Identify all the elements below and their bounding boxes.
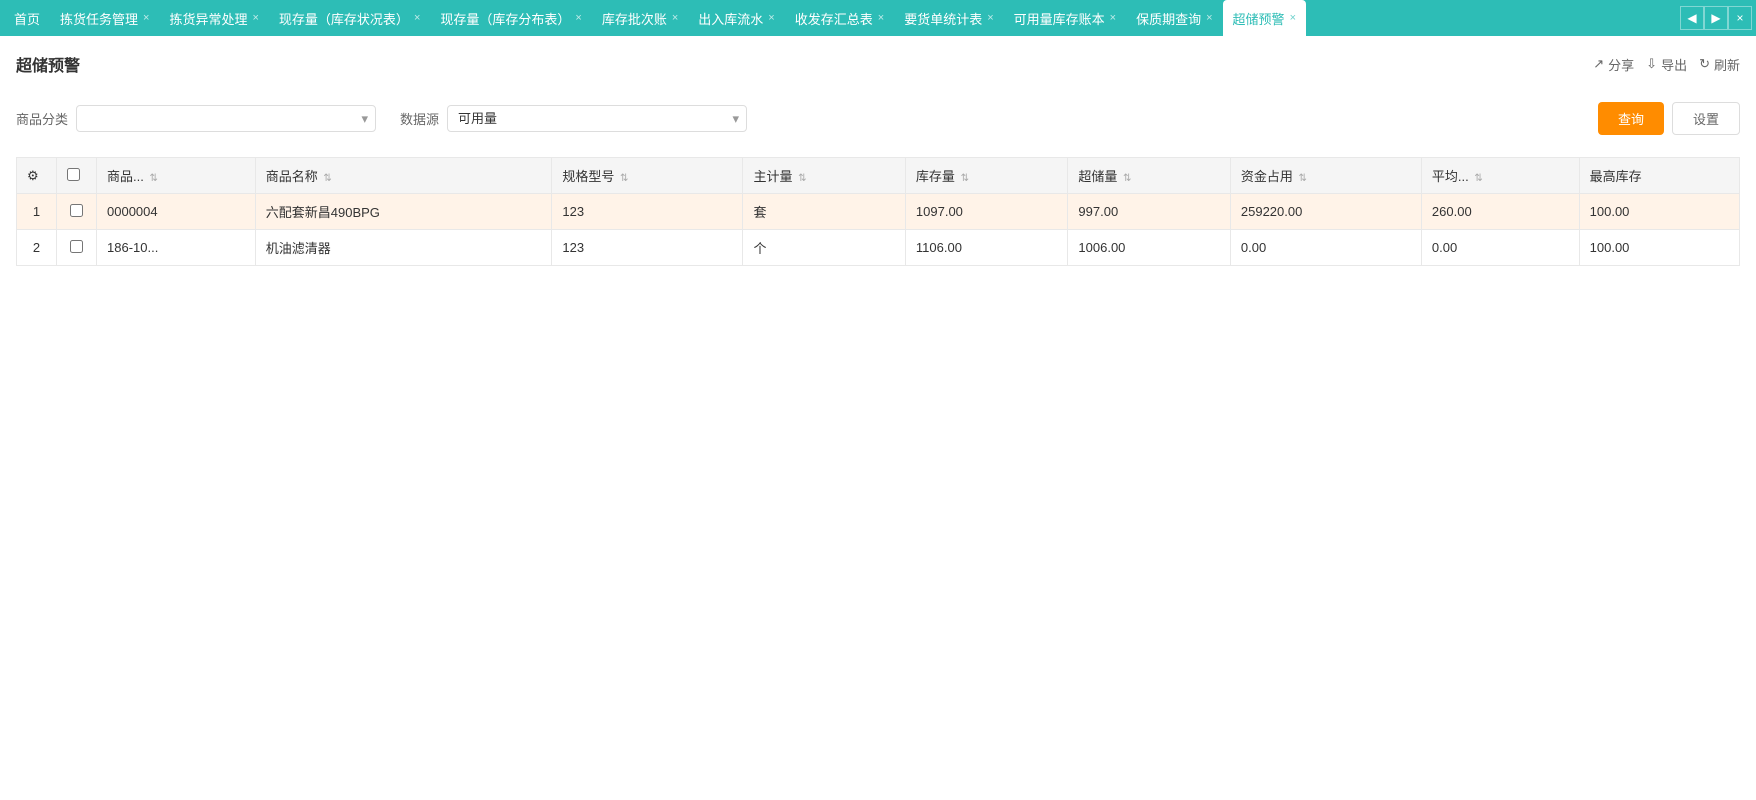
nav-close-stock-dist[interactable]: × bbox=[575, 12, 581, 24]
select-all-checkbox[interactable] bbox=[67, 168, 80, 181]
nav-next-button[interactable]: ▶ bbox=[1704, 6, 1728, 30]
nav-close-summary[interactable]: × bbox=[878, 12, 884, 24]
row-unit: 套 bbox=[743, 194, 905, 230]
row-unit: 个 bbox=[743, 230, 905, 266]
top-nav: 首页 拣货任务管理 × 拣货异常处理 × 现存量（库存状况表） × 现存量（库存… bbox=[0, 0, 1756, 36]
page-header: 超储预警 ↗ 分享 ⇩ 导出 ↻ 刷新 bbox=[16, 52, 1740, 76]
datasource-select[interactable]: 可用量 bbox=[447, 105, 747, 132]
th-avg: 平均... ⇅ bbox=[1421, 158, 1579, 194]
export-button[interactable]: ⇩ 导出 bbox=[1646, 55, 1687, 74]
nav-task-mgmt[interactable]: 拣货任务管理 × bbox=[50, 0, 159, 36]
row-max-stock: 100.00 bbox=[1579, 230, 1739, 266]
th-gear: ⚙ bbox=[17, 158, 57, 194]
refresh-icon: ↻ bbox=[1699, 56, 1710, 72]
row-avg: 260.00 bbox=[1421, 194, 1579, 230]
table-row: 2 186-10... 机油滤清器 123 个 1106.00 1006.00 … bbox=[17, 230, 1740, 266]
nav-arrows: ◀ ▶ × bbox=[1680, 6, 1752, 30]
gear-icon[interactable]: ⚙ bbox=[27, 168, 39, 183]
category-label: 商品分类 bbox=[16, 109, 68, 128]
row-capital: 0.00 bbox=[1230, 230, 1421, 266]
nav-close-task-mgmt[interactable]: × bbox=[143, 12, 149, 24]
filter-actions: 查询 设置 bbox=[1598, 102, 1740, 135]
sort-unit-icon[interactable]: ⇅ bbox=[798, 173, 806, 184]
nav-close-batch[interactable]: × bbox=[672, 12, 678, 24]
sort-product-name-icon[interactable]: ⇅ bbox=[323, 173, 331, 184]
nav-order-stats[interactable]: 要货单统计表 × bbox=[894, 0, 1003, 36]
nav-close-abnormal[interactable]: × bbox=[252, 12, 258, 24]
nav-prev-button[interactable]: ◀ bbox=[1680, 6, 1704, 30]
settings-button[interactable]: 设置 bbox=[1672, 102, 1740, 135]
nav-batch[interactable]: 库存批次账 × bbox=[592, 0, 688, 36]
category-select-wrapper bbox=[76, 105, 376, 132]
row-product-name: 机油滤清器 bbox=[255, 230, 552, 266]
sort-overstock-icon[interactable]: ⇅ bbox=[1123, 173, 1131, 184]
row-checkbox[interactable] bbox=[70, 240, 83, 253]
sort-product-code-icon[interactable]: ⇅ bbox=[149, 173, 157, 184]
filter-row: 商品分类 数据源 可用量 查询 设置 bbox=[16, 92, 1740, 145]
row-checkbox[interactable] bbox=[70, 204, 83, 217]
nav-close-stock-status[interactable]: × bbox=[414, 12, 420, 24]
page-content: 超储预警 ↗ 分享 ⇩ 导出 ↻ 刷新 商品分类 bbox=[0, 36, 1756, 800]
nav-expiry[interactable]: 保质期查询 × bbox=[1126, 0, 1222, 36]
category-filter-group: 商品分类 bbox=[16, 105, 376, 132]
nav-summary[interactable]: 收发存汇总表 × bbox=[785, 0, 894, 36]
row-avg: 0.00 bbox=[1421, 230, 1579, 266]
nav-close-overstock[interactable]: × bbox=[1290, 12, 1296, 24]
datasource-label: 数据源 bbox=[400, 109, 439, 128]
row-stock: 1097.00 bbox=[905, 194, 1067, 230]
row-overstock: 1006.00 bbox=[1068, 230, 1230, 266]
nav-stock-dist[interactable]: 现存量（库存分布表） × bbox=[430, 0, 591, 36]
th-checkbox bbox=[57, 158, 97, 194]
nav-available[interactable]: 可用量库存账本 × bbox=[1004, 0, 1126, 36]
th-overstock: 超储量 ⇅ bbox=[1068, 158, 1230, 194]
nav-flow[interactable]: 出入库流水 × bbox=[688, 0, 784, 36]
category-select[interactable] bbox=[76, 105, 376, 132]
header-actions: ↗ 分享 ⇩ 导出 ↻ 刷新 bbox=[1593, 55, 1740, 74]
row-product-code: 186-10... bbox=[97, 230, 256, 266]
row-checkbox-cell bbox=[57, 194, 97, 230]
th-product-name: 商品名称 ⇅ bbox=[255, 158, 552, 194]
nav-stock-status[interactable]: 现存量（库存状况表） × bbox=[269, 0, 430, 36]
row-spec: 123 bbox=[552, 194, 743, 230]
row-num-cell: 1 bbox=[17, 194, 57, 230]
row-product-code: 0000004 bbox=[97, 194, 256, 230]
share-icon: ↗ bbox=[1593, 56, 1604, 72]
page-title: 超储预警 bbox=[16, 52, 80, 76]
sort-avg-icon[interactable]: ⇅ bbox=[1474, 173, 1482, 184]
nav-close-available[interactable]: × bbox=[1110, 12, 1116, 24]
th-product-code: 商品... ⇅ bbox=[97, 158, 256, 194]
row-product-name: 六配套新昌490BPG bbox=[255, 194, 552, 230]
data-table: ⚙ 商品... ⇅ 商品名称 ⇅ 规格型号 ⇅ 主计量 bbox=[16, 157, 1740, 266]
sort-stock-icon[interactable]: ⇅ bbox=[961, 173, 969, 184]
nav-close-order-stats[interactable]: × bbox=[987, 12, 993, 24]
row-stock: 1106.00 bbox=[905, 230, 1067, 266]
nav-abnormal[interactable]: 拣货异常处理 × bbox=[159, 0, 268, 36]
table-row: 1 0000004 六配套新昌490BPG 123 套 1097.00 997.… bbox=[17, 194, 1740, 230]
th-unit: 主计量 ⇅ bbox=[743, 158, 905, 194]
nav-close-expiry[interactable]: × bbox=[1206, 12, 1212, 24]
refresh-button[interactable]: ↻ 刷新 bbox=[1699, 55, 1740, 74]
th-spec: 规格型号 ⇅ bbox=[552, 158, 743, 194]
nav-overstock[interactable]: 超储预警 × bbox=[1223, 0, 1306, 36]
nav-close-flow[interactable]: × bbox=[768, 12, 774, 24]
th-stock: 库存量 ⇅ bbox=[905, 158, 1067, 194]
row-overstock: 997.00 bbox=[1068, 194, 1230, 230]
nav-home[interactable]: 首页 bbox=[4, 0, 50, 36]
datasource-filter-group: 数据源 可用量 bbox=[400, 105, 747, 132]
query-button[interactable]: 查询 bbox=[1598, 102, 1664, 135]
table-header-row: ⚙ 商品... ⇅ 商品名称 ⇅ 规格型号 ⇅ 主计量 bbox=[17, 158, 1740, 194]
th-capital: 资金占用 ⇅ bbox=[1230, 158, 1421, 194]
row-max-stock: 100.00 bbox=[1579, 194, 1739, 230]
export-icon: ⇩ bbox=[1646, 56, 1657, 72]
row-spec: 123 bbox=[552, 230, 743, 266]
nav-more-button[interactable]: × bbox=[1728, 6, 1752, 30]
datasource-select-wrapper: 可用量 bbox=[447, 105, 747, 132]
row-checkbox-cell bbox=[57, 230, 97, 266]
sort-capital-icon[interactable]: ⇅ bbox=[1299, 173, 1307, 184]
row-num-cell: 2 bbox=[17, 230, 57, 266]
th-max-stock: 最高库存 bbox=[1579, 158, 1739, 194]
sort-spec-icon[interactable]: ⇅ bbox=[620, 173, 628, 184]
row-capital: 259220.00 bbox=[1230, 194, 1421, 230]
share-button[interactable]: ↗ 分享 bbox=[1593, 55, 1634, 74]
